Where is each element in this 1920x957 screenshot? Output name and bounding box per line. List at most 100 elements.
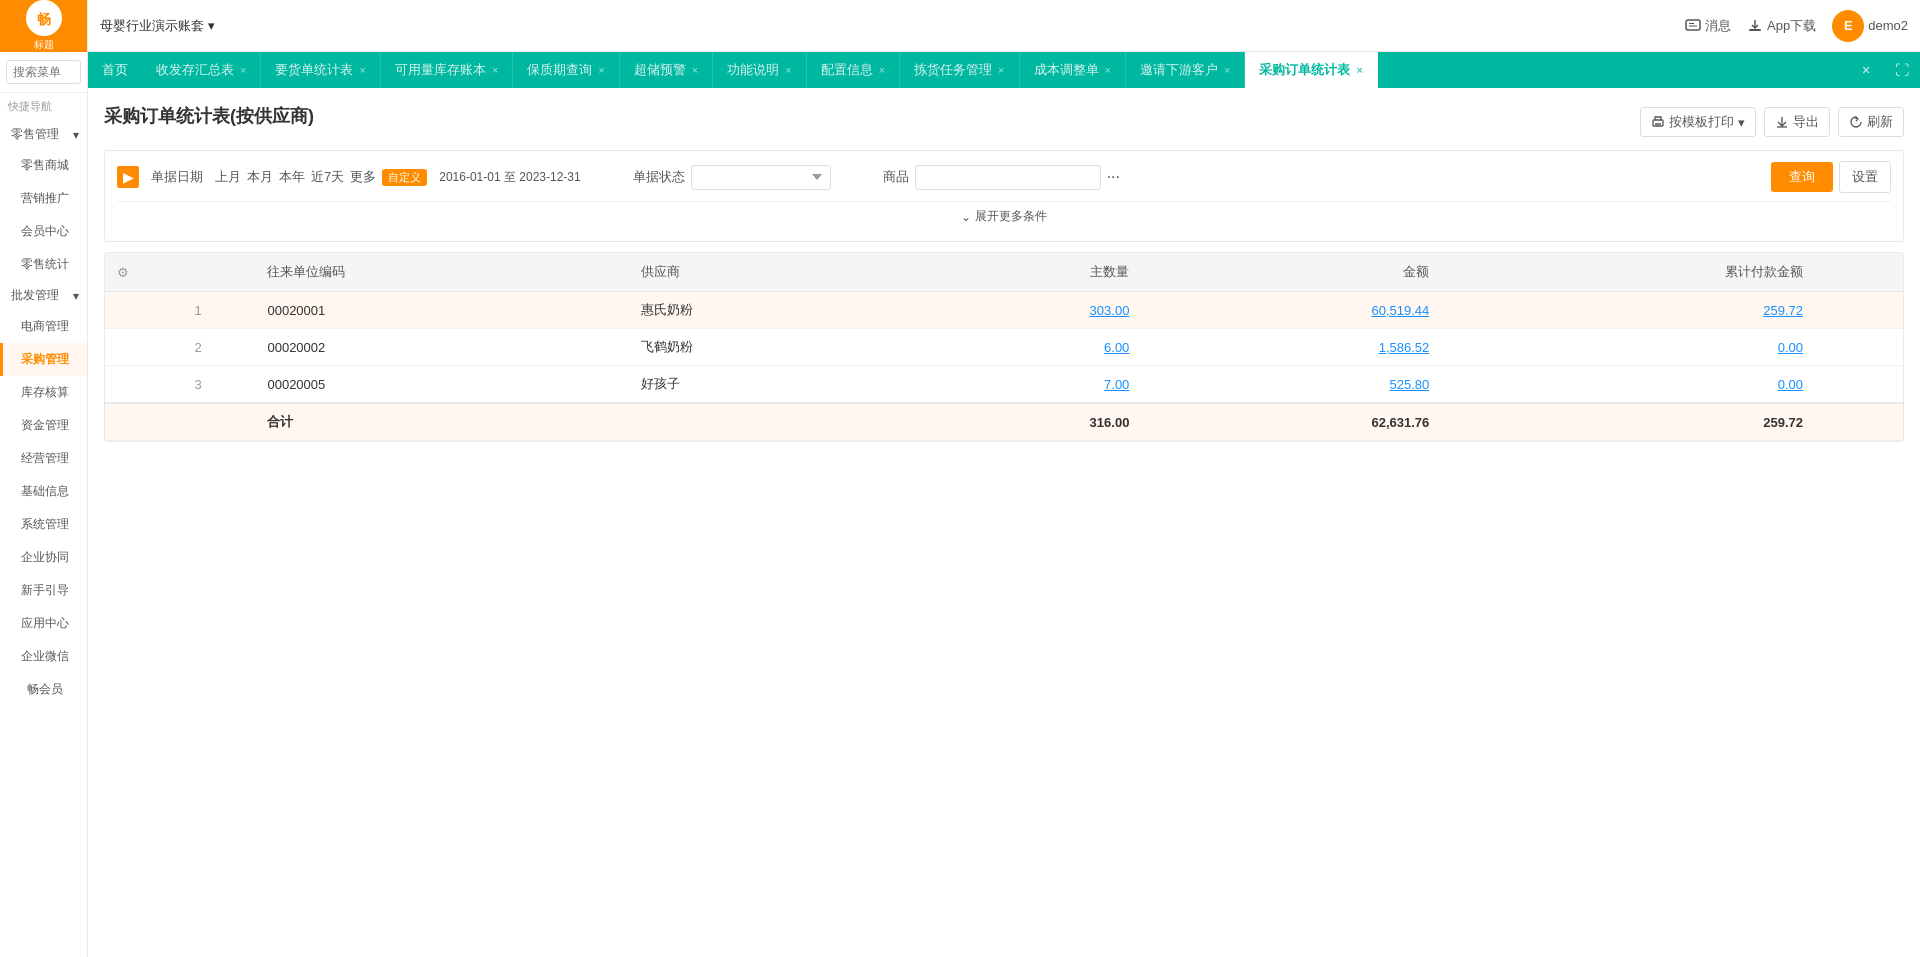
shortcut-this-month[interactable]: 本月 — [247, 168, 273, 186]
shortcut-more[interactable]: 更多 — [350, 168, 376, 186]
footer-paid-amount: 259.72 — [1441, 403, 1815, 441]
cell-amount[interactable]: 1,586.52 — [1141, 329, 1441, 366]
sidebar: 畅 标题 快捷导航 零售管理 ▾ 零售商城 营销推广 会员中心 零售统计 批发管… — [0, 0, 88, 957]
query-button[interactable]: 查询 — [1771, 162, 1833, 192]
cell-paid-amount[interactable]: 0.00 — [1441, 329, 1815, 366]
sidebar-item-inventory-check[interactable]: 库存核算 — [0, 376, 87, 409]
goods-ellipsis-button[interactable]: ··· — [1107, 168, 1120, 186]
shortcut-last-month[interactable]: 上月 — [215, 168, 241, 186]
table-row[interactable]: 3 00020005 好孩子 7.00 525.80 0.00 — [105, 366, 1903, 404]
sidebar-item-member-center[interactable]: 会员中心 — [0, 215, 87, 248]
sidebar-item-ecommerce-mgmt[interactable]: 电商管理 — [0, 310, 87, 343]
filter-toggle-button[interactable]: ▶ — [117, 166, 139, 188]
avatar: E — [1832, 10, 1864, 42]
tab-close-cost-adjust[interactable]: × — [1105, 64, 1111, 76]
expand-more-conditions-button[interactable]: ⌄ 展开更多条件 — [117, 201, 1891, 231]
sidebar-item-retail-stats[interactable]: 零售统计 — [0, 248, 87, 281]
table-row[interactable]: 1 00020001 惠氏奶粉 303.00 60,519.44 259.72 — [105, 292, 1903, 329]
sidebar-item-vip-member[interactable]: 畅会员 — [0, 673, 87, 706]
message-button[interactable]: 消息 — [1685, 17, 1731, 35]
cell-supplier: 飞鹤奶粉 — [629, 329, 907, 366]
app-logo-text: 标题 — [34, 38, 54, 52]
sidebar-item-app-center[interactable]: 应用中心 — [0, 607, 87, 640]
table-row[interactable]: 2 00020002 飞鹤奶粉 6.00 1,586.52 0.00 — [105, 329, 1903, 366]
refresh-button[interactable]: 刷新 — [1838, 107, 1904, 137]
user-menu[interactable]: E demo2 — [1832, 10, 1908, 42]
app-logo: 畅 标题 — [0, 0, 87, 52]
tab-expiry-query[interactable]: 保质期查询 × — [513, 52, 619, 88]
tab-close-pick-task-mgmt[interactable]: × — [998, 64, 1004, 76]
sidebar-item-ops-mgmt[interactable]: 经营管理 — [0, 442, 87, 475]
sidebar-item-finance-mgmt[interactable]: 资金管理 — [0, 409, 87, 442]
tab-close-available-inventory[interactable]: × — [492, 64, 498, 76]
main-area: 母婴行业演示账套 ▾ 消息 App下载 E demo2 首页 — [88, 0, 1920, 957]
filter-bar: ▶ 单据日期 上月 本月 本年 近7天 更多 自定义 2016-01-01 至 … — [104, 150, 1904, 242]
topbar-right: 消息 App下载 E demo2 — [1685, 10, 1908, 42]
tab-receive-send-summary[interactable]: 收发存汇总表 × — [142, 52, 261, 88]
cell-amount[interactable]: 525.80 — [1141, 366, 1441, 404]
col-settings[interactable]: ⚙ — [105, 253, 141, 292]
col-amount: 金额 — [1141, 253, 1441, 292]
tab-config-info[interactable]: 配置信息 × — [807, 52, 900, 88]
gear-icon[interactable]: ⚙ — [117, 265, 129, 280]
cell-unit-code: 00020002 — [255, 329, 629, 366]
page-header: 采购订单统计表(按供应商) 按模板打印 ▾ 导出 刷新 — [104, 104, 1904, 140]
sidebar-item-basic-info[interactable]: 基础信息 — [0, 475, 87, 508]
tab-close-config-info[interactable]: × — [879, 64, 885, 76]
tab-close-receive-send-summary[interactable]: × — [240, 64, 246, 76]
cell-main-qty[interactable]: 7.00 — [908, 366, 1142, 404]
custom-date-badge[interactable]: 自定义 — [382, 169, 427, 186]
cell-amount[interactable]: 60,519.44 — [1141, 292, 1441, 329]
sidebar-item-retail-mgmt[interactable]: 零售管理 ▾ — [0, 120, 87, 149]
tab-purchase-order-stats[interactable]: 采购订单统计表 × — [1245, 52, 1377, 88]
cell-main-qty[interactable]: 6.00 — [908, 329, 1142, 366]
goods-input[interactable] — [915, 165, 1101, 190]
tab-invite-downstream[interactable]: 邀请下游客户 × — [1126, 52, 1245, 88]
search-input[interactable] — [6, 60, 81, 84]
tab-close-all-button[interactable]: × — [1848, 52, 1884, 88]
tab-close-invite-downstream[interactable]: × — [1224, 64, 1230, 76]
tab-close-overstock-warning[interactable]: × — [692, 64, 698, 76]
tab-home[interactable]: 首页 — [88, 52, 142, 88]
sidebar-item-enterprise-collab[interactable]: 企业协同 — [0, 541, 87, 574]
cell-paid-amount[interactable]: 0.00 — [1441, 366, 1815, 404]
tab-close-goods-single-stats[interactable]: × — [359, 64, 365, 76]
tab-close-expiry-query[interactable]: × — [598, 64, 604, 76]
export-button[interactable]: 导出 — [1764, 107, 1830, 137]
app-download-button[interactable]: App下载 — [1747, 17, 1816, 35]
tab-close-purchase-order-stats[interactable]: × — [1356, 64, 1362, 76]
expand-down-icon: ⌄ — [961, 210, 971, 224]
footer-seq — [141, 403, 255, 441]
tab-pick-task-mgmt[interactable]: 拣货任务管理 × — [900, 52, 1019, 88]
page-header-actions: 按模板打印 ▾ 导出 刷新 — [1640, 107, 1904, 137]
export-icon — [1775, 115, 1789, 129]
status-select[interactable] — [691, 165, 831, 190]
filter-row-main: ▶ 单据日期 上月 本月 本年 近7天 更多 自定义 2016-01-01 至 … — [117, 161, 1891, 193]
sidebar-item-system-mgmt[interactable]: 系统管理 — [0, 508, 87, 541]
svg-rect-3 — [1749, 29, 1761, 31]
tabbar-actions: × ⛶ — [1848, 52, 1920, 88]
cell-paid-amount[interactable]: 259.72 — [1441, 292, 1815, 329]
tab-overstock-warning[interactable]: 超储预警 × — [620, 52, 713, 88]
sidebar-item-enterprise-wechat[interactable]: 企业微信 — [0, 640, 87, 673]
tab-function-desc[interactable]: 功能说明 × — [713, 52, 806, 88]
print-button[interactable]: 按模板打印 ▾ — [1640, 107, 1756, 137]
shortcut-this-year[interactable]: 本年 — [279, 168, 305, 186]
sidebar-item-quick-nav[interactable]: 快捷导航 — [0, 93, 87, 120]
tab-cost-adjust[interactable]: 成本调整单 × — [1020, 52, 1126, 88]
settings-button[interactable]: 设置 — [1839, 161, 1891, 193]
sidebar-item-marketing[interactable]: 营销推广 — [0, 182, 87, 215]
tab-available-inventory[interactable]: 可用量库存账本 × — [381, 52, 513, 88]
shortcut-last-7-days[interactable]: 近7天 — [311, 168, 344, 186]
tab-goods-single-stats[interactable]: 要货单统计表 × — [261, 52, 380, 88]
sidebar-item-purchase-mgmt[interactable]: 采购管理 — [0, 343, 87, 376]
cell-main-qty[interactable]: 303.00 — [908, 292, 1142, 329]
sidebar-item-retail-store[interactable]: 零售商城 — [0, 149, 87, 182]
sidebar-item-new-user-guide[interactable]: 新手引导 — [0, 574, 87, 607]
cell-settings — [105, 366, 141, 404]
tab-fullscreen-button[interactable]: ⛶ — [1884, 52, 1920, 88]
sidebar-item-wholesale-mgmt[interactable]: 批发管理 ▾ — [0, 281, 87, 310]
workspace-selector[interactable]: 母婴行业演示账套 ▾ — [100, 17, 215, 35]
sidebar-search-area — [0, 52, 87, 93]
tab-close-function-desc[interactable]: × — [785, 64, 791, 76]
